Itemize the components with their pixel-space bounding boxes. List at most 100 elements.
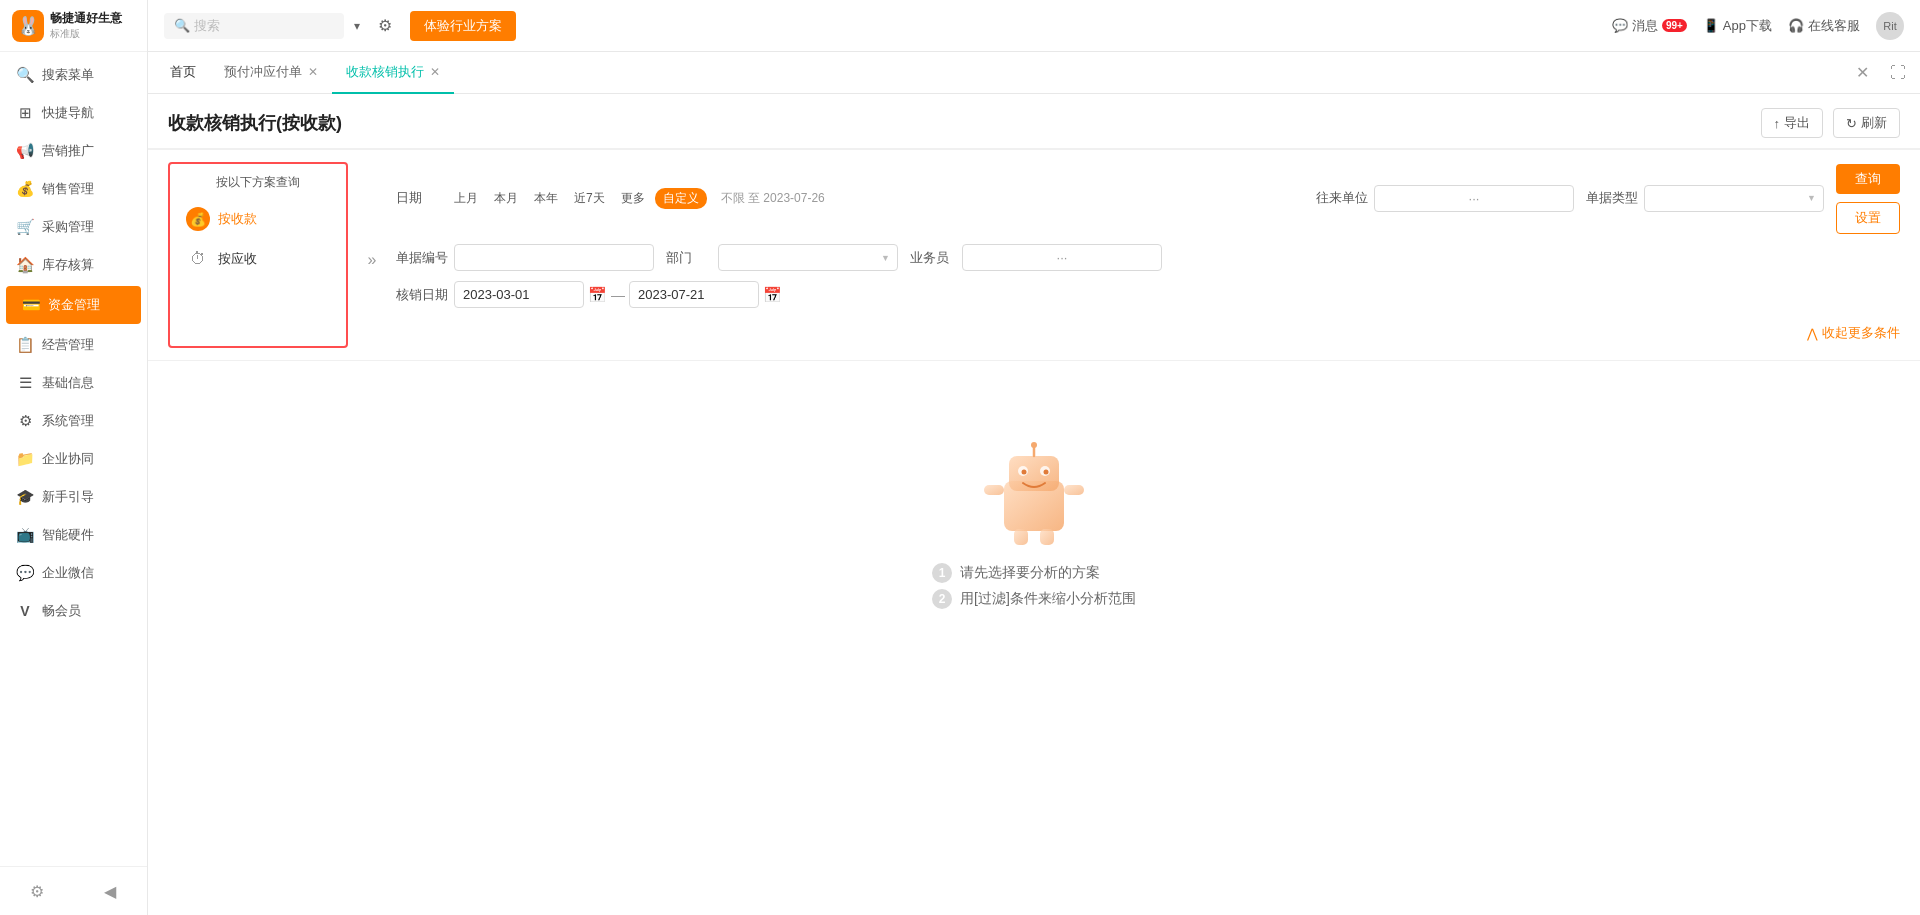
user-avatar: Rit	[1876, 12, 1904, 40]
filter-section: 按以下方案查询 💰 按收款 ⏱ 按应收 »	[148, 150, 1920, 360]
hardware-icon: 📺	[16, 526, 34, 544]
doc-type-filter: 单据类型	[1586, 185, 1824, 212]
solution-button[interactable]: 体验行业方案	[410, 11, 516, 41]
sidebar-item-enterprise[interactable]: 📁 企业协同	[0, 440, 147, 478]
filter-row-1: 日期 上月 本月 本年 近7天 更多 自定义 不限 至 2023-07-26	[396, 162, 1900, 234]
svg-rect-11	[1040, 529, 1054, 545]
header-gear-btn[interactable]: ⚙	[370, 11, 400, 41]
receipt-icon: 💰	[186, 207, 210, 231]
page-header-actions: ↑ 导出 ↻ 刷新	[1761, 108, 1901, 138]
writeoff-date-wrap: 📅 — 📅	[454, 281, 782, 308]
date-btn-this-year[interactable]: 本年	[528, 188, 564, 209]
search-icon: 🔍	[16, 66, 34, 84]
sidebar-menu: 🔍 搜索菜单 ⊞ 快捷导航 📢 营销推广 💰 销售管理 🛒 采购管理 🏠 库存核…	[0, 52, 147, 866]
doc-type-select[interactable]	[1644, 185, 1824, 212]
collapse-sidebar-btn[interactable]: ◀	[94, 875, 126, 907]
enterprise-icon: 📁	[16, 450, 34, 468]
sidebar-item-hardware[interactable]: 📺 智能硬件	[0, 516, 147, 554]
sidebar-item-guide[interactable]: 🎓 新手引导	[0, 478, 147, 516]
svg-rect-9	[1064, 485, 1084, 495]
tab-prepay-close[interactable]: ✕	[308, 66, 318, 78]
user-profile-btn[interactable]: Rit	[1876, 12, 1904, 40]
collapse-panel-btn[interactable]: »	[360, 162, 384, 348]
staff-input[interactable]: ···	[962, 244, 1162, 271]
doc-no-filter: 单据编号	[396, 244, 654, 271]
date-btn-more[interactable]: 更多	[615, 188, 651, 209]
customer-service-btn[interactable]: 🎧 在线客服	[1788, 17, 1860, 35]
home-icon: ⊞	[16, 104, 34, 122]
sidebar-item-member[interactable]: V 畅会员	[0, 592, 147, 630]
svg-point-7	[1031, 442, 1037, 448]
settings-bottom-btn[interactable]: ⚙	[21, 875, 53, 907]
refresh-button[interactable]: ↻ 刷新	[1833, 108, 1900, 138]
logo-icon: 🐰	[12, 10, 44, 42]
sidebar-item-operations[interactable]: 📋 经营管理	[0, 326, 147, 364]
sidebar-item-inventory[interactable]: 🏠 库存核算	[0, 246, 147, 284]
page-header: 收款核销执行(按收款) ↑ 导出 ↻ 刷新	[148, 94, 1920, 149]
header-dropdown-btn[interactable]: ▾	[354, 19, 360, 33]
doc-no-input[interactable]	[454, 244, 654, 271]
date-btn-custom[interactable]: 自定义	[655, 188, 707, 209]
query-type-by-payable[interactable]: ⏱ 按应收	[170, 239, 346, 279]
sidebar-item-search[interactable]: 🔍 搜索菜单	[0, 56, 147, 94]
sidebar-item-system[interactable]: ⚙ 系统管理	[0, 402, 147, 440]
export-button[interactable]: ↑ 导出	[1761, 108, 1824, 138]
calendar-end-icon[interactable]: 📅	[763, 286, 782, 304]
writeoff-date-label: 核销日期	[396, 286, 448, 304]
writeoff-date-end-input[interactable]	[629, 281, 759, 308]
svg-rect-10	[1014, 529, 1028, 545]
top-header: 🔍 搜索 ▾ ⚙ 体验行业方案 💬 消息 99+ 📱 App下载 🎧 在线客服	[148, 0, 1920, 52]
sidebar-item-basic[interactable]: ☰ 基础信息	[0, 364, 147, 402]
svg-point-4	[1022, 470, 1027, 475]
date-btn-last-month[interactable]: 上月	[448, 188, 484, 209]
sidebar-bottom: ⚙ ◀	[0, 866, 147, 915]
search-placeholder-text: 搜索	[194, 17, 220, 35]
empty-hint-1: 1 请先选择要分析的方案	[932, 563, 1136, 583]
header-search-area[interactable]: 🔍 搜索	[164, 13, 344, 39]
partner-input[interactable]: ···	[1374, 185, 1574, 212]
dept-label: 部门	[666, 249, 712, 267]
date-filter: 日期 上月 本月 本年 近7天 更多 自定义 不限 至 2023-07-26	[396, 188, 825, 209]
date-btn-this-month[interactable]: 本月	[488, 188, 524, 209]
app-icon: 📱	[1703, 18, 1719, 33]
writeoff-date-start-input[interactable]	[454, 281, 584, 308]
date-label: 日期	[396, 189, 442, 207]
dept-filter: 部门	[666, 244, 898, 271]
staff-filter: 业务员 ···	[910, 244, 1162, 271]
dropdown-chevron-icon: ▾	[354, 19, 360, 33]
query-button[interactable]: 查询	[1836, 164, 1900, 194]
expand-tabs-btn[interactable]: ⛶	[1884, 59, 1912, 87]
message-btn[interactable]: 💬 消息 99+	[1612, 17, 1687, 35]
writeoff-date-filter: 核销日期 📅 — 📅	[396, 281, 782, 308]
hint-num-2: 2	[932, 589, 952, 609]
app-download-btn[interactable]: 📱 App下载	[1703, 17, 1772, 35]
search-placeholder-icon: 🔍	[174, 18, 190, 33]
tab-writeoff[interactable]: 收款核销执行 ✕	[332, 52, 454, 94]
svg-rect-8	[984, 485, 1004, 495]
sidebar-item-sales[interactable]: 💰 销售管理	[0, 170, 147, 208]
tabs-bar: 首页 预付冲应付单 ✕ 收款核销执行 ✕ ✕ ⛶	[148, 52, 1920, 94]
doc-type-label: 单据类型	[1586, 189, 1638, 207]
svg-point-5	[1044, 470, 1049, 475]
finance-icon: 💳	[22, 296, 40, 314]
guide-icon: 🎓	[16, 488, 34, 506]
member-icon: V	[16, 603, 34, 619]
query-type-by-receipt[interactable]: 💰 按收款	[170, 199, 346, 239]
settings-button[interactable]: 设置	[1836, 202, 1900, 234]
sidebar-item-purchase[interactable]: 🛒 采购管理	[0, 208, 147, 246]
partner-filter: 往来单位 ···	[1316, 185, 1574, 212]
close-all-tabs-btn[interactable]: ✕	[1848, 59, 1876, 87]
doc-no-label: 单据编号	[396, 249, 448, 267]
tab-home[interactable]: 首页	[156, 52, 210, 94]
tab-writeoff-close[interactable]: ✕	[430, 66, 440, 78]
sidebar-item-marketing[interactable]: 📢 营销推广	[0, 132, 147, 170]
calendar-start-icon[interactable]: 📅	[588, 286, 607, 304]
sidebar-item-wechat[interactable]: 💬 企业微信	[0, 554, 147, 592]
sidebar-item-shortcut[interactable]: ⊞ 快捷导航	[0, 94, 147, 132]
tab-prepay[interactable]: 预付冲应付单 ✕	[210, 52, 332, 94]
collapse-more-btn[interactable]: ⋀ 收起更多条件	[1807, 318, 1900, 348]
sidebar-item-finance[interactable]: 💳 资金管理	[6, 286, 141, 324]
dept-select[interactable]	[718, 244, 898, 271]
query-type-panel: 按以下方案查询 💰 按收款 ⏱ 按应收	[168, 162, 348, 348]
date-btn-7days[interactable]: 近7天	[568, 188, 611, 209]
